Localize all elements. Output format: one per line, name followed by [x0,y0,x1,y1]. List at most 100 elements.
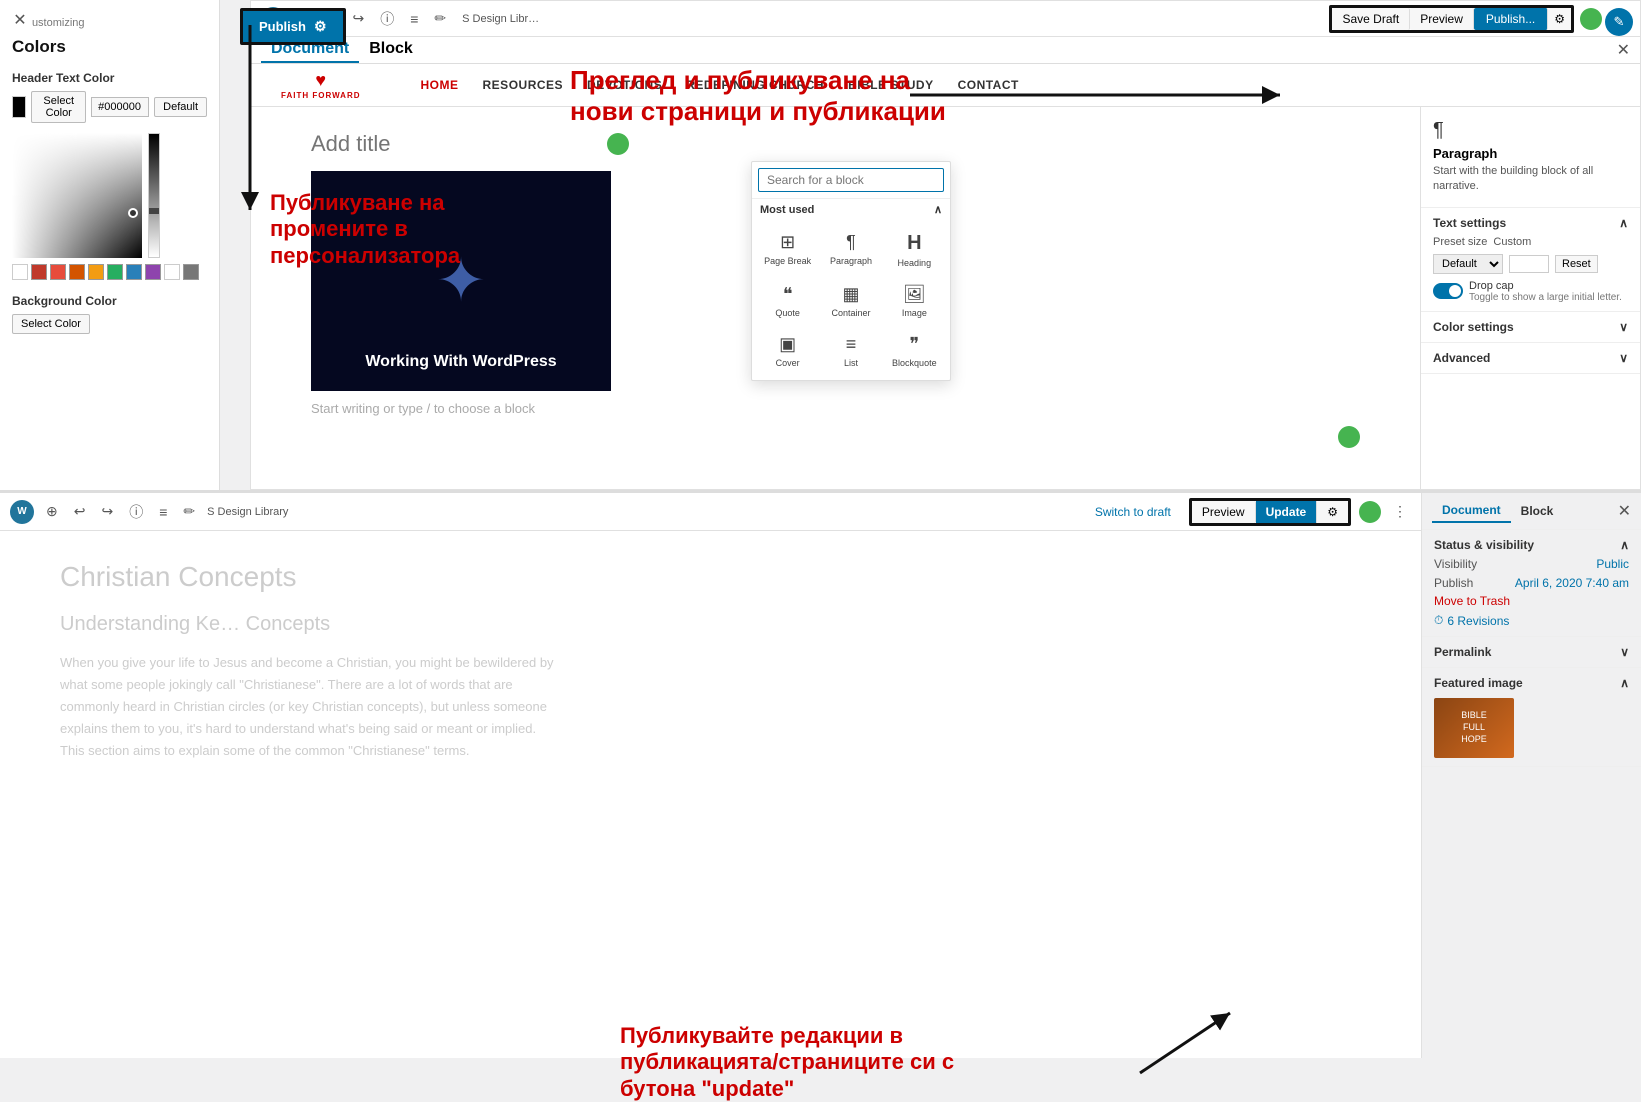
settings-gear-bottom[interactable]: ⚙ [1317,501,1348,523]
status-visibility-header[interactable]: Status & visibility ∧ [1434,538,1629,552]
block-tab-bottom[interactable]: Block [1511,500,1564,522]
color-settings-title[interactable]: Color settings ∨ [1433,320,1628,334]
container-icon: ▦ [842,284,859,305]
swatch-red[interactable] [50,264,66,280]
start-writing-text[interactable]: Start writing or type / to choose a bloc… [311,401,1360,416]
publish-value[interactable]: April 6, 2020 7:40 am [1515,576,1629,590]
design-library-bottom[interactable]: S Design Library [207,506,288,518]
select-color-button[interactable]: Select Color [31,91,86,123]
status-visibility-section: Status & visibility ∧ Visibility Public … [1422,530,1641,637]
block-page-break[interactable]: ⊞ Page Break [758,226,817,274]
block-tab-new[interactable]: Block [359,37,423,63]
preview-button-bottom[interactable]: Preview [1192,501,1256,523]
s-design-library[interactable]: S Design Libr… [458,11,543,27]
swatch-blue[interactable] [126,264,142,280]
publish-toolbar-button[interactable]: Publish... [1474,8,1548,30]
block-blockquote[interactable]: ❞ Blockquote [885,328,944,374]
preset-size-select[interactable]: Default [1433,254,1503,274]
user-avatar-new[interactable] [1580,8,1602,30]
swatch-white2[interactable] [164,264,180,280]
pencil-icon-bottom[interactable]: ✏ [179,501,199,522]
advanced-title[interactable]: Advanced ∨ [1433,351,1628,365]
move-to-trash-link[interactable]: Move to Trash [1434,594,1629,608]
permalink-header[interactable]: Permalink ∨ [1434,645,1629,659]
custom-size-input[interactable] [1509,255,1549,273]
block-paragraph[interactable]: ¶ Paragraph [821,226,880,274]
switch-to-draft-link[interactable]: Switch to draft [1095,505,1171,519]
default-color-button[interactable]: Default [154,97,207,117]
info-icon[interactable]: ⓘ [376,7,398,31]
publish-date-row: Publish April 6, 2020 7:40 am [1434,576,1629,590]
color-picker-gradient[interactable] [12,133,142,258]
swatch-white[interactable] [12,264,28,280]
nav-home[interactable]: Home [421,78,459,92]
swatch-purple[interactable] [145,264,161,280]
close-button[interactable]: ✕ [8,8,32,32]
swatch-red-dark[interactable] [31,264,47,280]
drop-cap-sublabel: Toggle to show a large initial letter. [1469,292,1622,303]
block-search-input[interactable] [758,168,944,192]
redo-icon-bottom[interactable]: ↪ [97,501,117,522]
header-color-swatch[interactable] [12,96,26,118]
settings-gear-button-new[interactable]: ⚙ [1548,8,1571,30]
new-post-toolbar: W ⊕ ↩ ↪ ⓘ ≡ ✏ S Design Libr… Save Draft … [251,1,1640,37]
bg-color-section: Background Color Select Color [12,294,207,334]
undo-icon-bottom[interactable]: ↩ [70,501,90,522]
featured-image-thumbnail[interactable]: BIBLEFULLHOPE [1434,698,1514,758]
block-nav-icon[interactable]: ≡ [406,9,422,29]
redo-icon[interactable]: ↪ [348,8,368,29]
reset-size-button[interactable]: Reset [1555,255,1598,273]
swatch-yellow[interactable] [88,264,104,280]
post-green-indicator[interactable] [607,133,629,155]
color-hex-input[interactable] [91,97,149,117]
text-settings-title[interactable]: Text settings ∧ [1433,216,1628,230]
revisions-row[interactable]: ⏱ 6 Revisions [1434,613,1629,628]
block-inserter-popup: Most used ∧ ⊞ Page Break ¶ Paragraph H H… [751,161,951,381]
swatch-orange[interactable] [69,264,85,280]
block-heading[interactable]: H Heading [885,226,944,274]
collapse-icon[interactable]: ∧ [934,203,942,216]
kebab-menu-bottom[interactable]: ⋮ [1389,501,1411,522]
customizer-publish-button[interactable]: Publish ⚙ [240,8,346,45]
status-visibility-label: Status & visibility [1434,538,1534,552]
add-title-input[interactable] [311,127,599,161]
featured-thumb-text: BIBLEFULLHOPE [1461,710,1487,745]
update-button[interactable]: Update [1256,501,1318,523]
paragraph-block-info: ¶ Paragraph Start with the building bloc… [1421,107,1640,208]
featured-image-header[interactable]: Featured image ∧ [1434,676,1629,690]
preview-button-new[interactable]: Preview [1410,8,1474,30]
list-icon-bottom[interactable]: ≡ [155,502,171,522]
sidebar-close-icon[interactable]: ✕ [1617,40,1630,60]
color-picker-vertical-bar[interactable] [148,133,160,258]
edit-pencil-icon[interactable]: ✏ [430,8,450,29]
nav-resources[interactable]: Resources [483,78,564,92]
customizer-title: Colors [12,37,207,57]
block-quote[interactable]: ❝ Quote [758,278,817,324]
text-settings-chevron: ∧ [1619,216,1628,230]
block-container[interactable]: ▦ Container [821,278,880,324]
user-avatar-bottom[interactable] [1359,501,1381,523]
wp-logo-bottom[interactable]: W [10,500,34,524]
block-settings-circle[interactable] [1338,426,1360,448]
size-controls-row: Default Reset [1433,254,1628,274]
swatch-gray[interactable] [183,264,199,280]
add-block-icon-bottom[interactable]: ⊕ [42,501,62,522]
edit-icon[interactable]: ✎ [1605,8,1633,36]
visibility-row: Visibility Public [1434,557,1629,571]
post-subtitle-existing: Understanding Ke… Concepts [60,613,1361,636]
block-cover[interactable]: ▣ Cover [758,328,817,374]
color-settings-chevron: ∨ [1619,320,1628,334]
customizer-panel: ‹ Customizing Colors Header Text Color S… [0,0,220,490]
visibility-value[interactable]: Public [1596,557,1629,571]
drop-cap-toggle[interactable] [1433,283,1463,299]
nav-contact[interactable]: Contact [958,78,1019,92]
document-tab-bottom[interactable]: Document [1432,499,1511,523]
swatch-green[interactable] [107,264,123,280]
select-bg-color-button[interactable]: Select Color [12,314,90,334]
block-image[interactable]: 🖼 Image [885,278,944,324]
bottom-toolbar: W ⊕ ↩ ↪ ⓘ ≡ ✏ S Design Library Switch to… [0,493,1421,531]
block-list[interactable]: ≡ List [821,328,880,374]
save-draft-button[interactable]: Save Draft [1332,8,1410,30]
sidebar-close-bottom[interactable]: ✕ [1618,501,1631,521]
info-icon-bottom[interactable]: ⓘ [125,500,147,524]
